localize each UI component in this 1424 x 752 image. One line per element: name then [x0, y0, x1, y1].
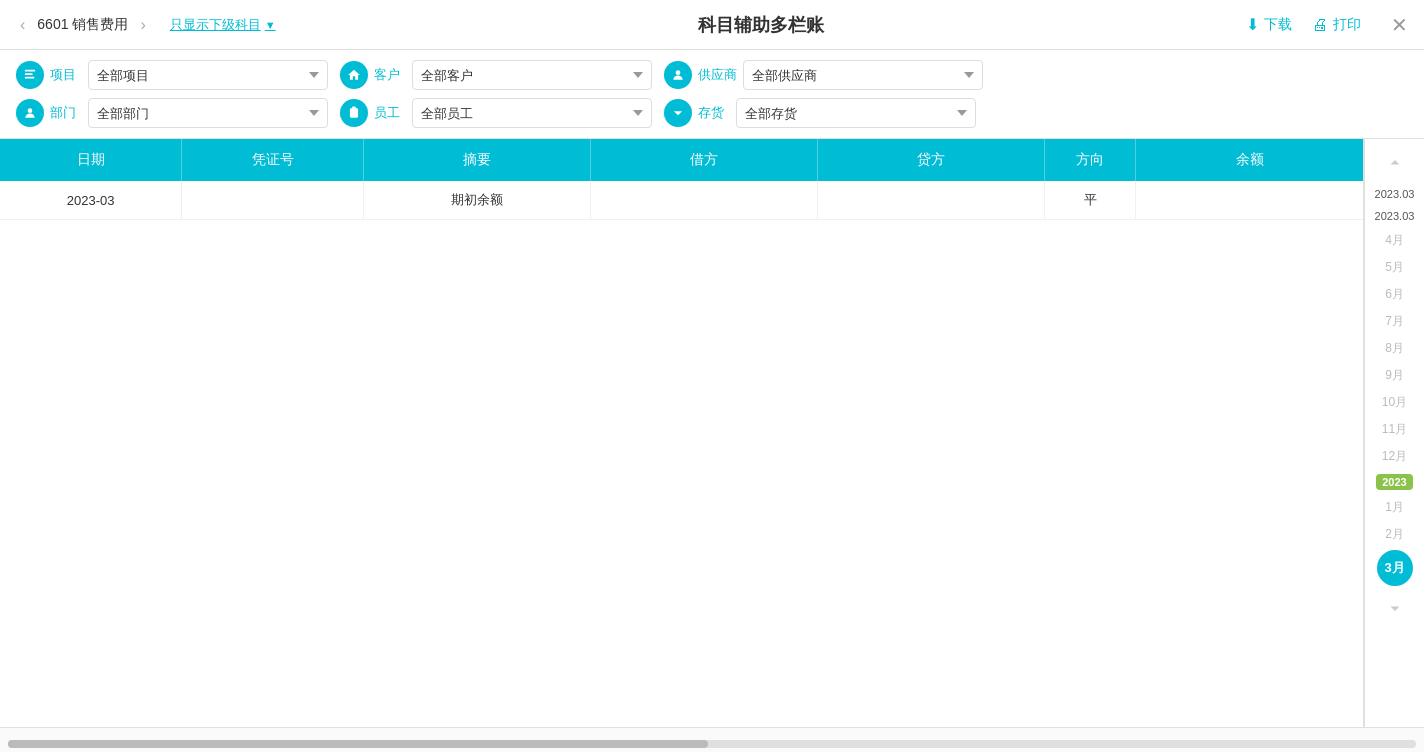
download-button[interactable]: ⬇ 下载	[1246, 15, 1292, 34]
employee-icon	[340, 99, 368, 127]
sidebar-month-9[interactable]: 9月	[1365, 362, 1424, 389]
show-sub-link[interactable]: 只显示下级科目 ▼	[170, 16, 276, 34]
svg-rect-2	[25, 77, 35, 79]
customer-label: 客户	[374, 66, 406, 84]
sidebar-months-section: 2023.03 2023.03 4月 5月 6月 7月 8月 9月 10月 11…	[1365, 183, 1424, 588]
toolbar-right: ⬇ 下载 🖨 打印 ✕	[1246, 13, 1408, 37]
right-sidebar: 2023.03 2023.03 4月 5月 6月 7月 8月 9月 10月 11…	[1364, 139, 1424, 727]
filter-row-1: 项目 全部项目 客户 全部客户 供应商 全部供应商	[16, 60, 1408, 90]
sidebar-month-11[interactable]: 11月	[1365, 416, 1424, 443]
bottom-scrollbar-bar	[0, 727, 1424, 752]
col-header-summary: 摘要	[363, 139, 590, 181]
horizontal-scrollbar[interactable]	[8, 740, 1416, 748]
project-label: 项目	[50, 66, 82, 84]
employee-filter: 员工 全部员工	[340, 98, 652, 128]
chevron-down-icon: ▼	[265, 19, 276, 31]
sidebar-scroll-up-button[interactable]	[1379, 147, 1411, 179]
inventory-label: 存货	[698, 104, 730, 122]
sidebar-month-1[interactable]: 1月	[1365, 494, 1424, 521]
table-area: 日期 凭证号 摘要 借方 贷方 方向 余额 2023-03 期初余额 平	[0, 139, 1364, 727]
col-header-date: 日期	[0, 139, 182, 181]
supplier-select[interactable]: 全部供应商	[743, 60, 983, 90]
filter-row-2: 部门 全部部门 员工 全部员工 存货 全部存货	[16, 98, 1408, 128]
sidebar-month-7[interactable]: 7月	[1365, 308, 1424, 335]
show-sub-label: 只显示下级科目	[170, 16, 261, 34]
dept-filter: 部门 全部部门	[16, 98, 328, 128]
dept-select[interactable]: 全部部门	[88, 98, 328, 128]
dept-label: 部门	[50, 104, 82, 122]
svg-rect-0	[25, 70, 36, 72]
employee-label: 员工	[374, 104, 406, 122]
customer-icon	[340, 61, 368, 89]
sidebar-month-8[interactable]: 8月	[1365, 335, 1424, 362]
download-label: 下载	[1264, 16, 1292, 34]
horizontal-scrollbar-thumb[interactable]	[8, 740, 708, 748]
supplier-filter: 供应商 全部供应商	[664, 60, 983, 90]
cell-date: 2023-03	[0, 181, 182, 220]
print-label: 打印	[1333, 16, 1361, 34]
svg-rect-1	[25, 73, 33, 75]
col-header-debit: 借方	[591, 139, 818, 181]
svg-rect-5	[350, 108, 358, 117]
sidebar-month-2[interactable]: 2月	[1365, 521, 1424, 548]
cell-summary: 期初余额	[363, 181, 590, 220]
cell-credit	[818, 181, 1045, 220]
sidebar-month-3-active[interactable]: 3月	[1377, 550, 1413, 586]
cell-voucher	[182, 181, 364, 220]
sidebar-month-4[interactable]: 4月	[1365, 227, 1424, 254]
customer-select[interactable]: 全部客户	[412, 60, 652, 90]
supplier-label: 供应商	[698, 66, 737, 84]
sidebar-month-5[interactable]: 5月	[1365, 254, 1424, 281]
cell-balance	[1136, 181, 1363, 220]
svg-point-3	[676, 70, 681, 75]
project-select[interactable]: 全部项目	[88, 60, 328, 90]
col-header-voucher: 凭证号	[182, 139, 364, 181]
account-code-label: 6601 销售费用	[37, 16, 128, 34]
table-row: 2023-03 期初余额 平	[0, 181, 1363, 220]
sidebar-month-2023-03-top[interactable]: 2023.03	[1365, 183, 1424, 205]
employee-select[interactable]: 全部员工	[412, 98, 652, 128]
inventory-icon	[664, 99, 692, 127]
sidebar-scroll-down-button[interactable]	[1379, 592, 1411, 624]
cell-debit	[591, 181, 818, 220]
col-header-credit: 贷方	[818, 139, 1045, 181]
dept-icon	[16, 99, 44, 127]
sidebar-month-12[interactable]: 12月	[1365, 443, 1424, 470]
filter-area: 项目 全部项目 客户 全部客户 供应商 全部供应商	[0, 50, 1424, 139]
sidebar-month-2023-03-sub[interactable]: 2023.03	[1365, 205, 1424, 227]
inventory-select[interactable]: 全部存货	[736, 98, 976, 128]
close-button[interactable]: ✕	[1391, 13, 1408, 37]
prev-account-button[interactable]: ‹	[16, 16, 29, 34]
sidebar-year-badge[interactable]: 2023	[1376, 474, 1412, 490]
project-icon	[16, 61, 44, 89]
page-title: 科目辅助多栏账	[276, 13, 1246, 37]
download-icon: ⬇	[1246, 15, 1259, 34]
main-content: 日期 凭证号 摘要 借方 贷方 方向 余额 2023-03 期初余额 平	[0, 139, 1424, 727]
next-account-button[interactable]: ›	[136, 16, 149, 34]
svg-rect-6	[352, 107, 356, 109]
inventory-filter: 存货 全部存货	[664, 98, 976, 128]
cell-direction: 平	[1045, 181, 1136, 220]
supplier-icon	[664, 61, 692, 89]
col-header-balance: 余额	[1136, 139, 1363, 181]
svg-point-4	[28, 108, 33, 113]
project-filter: 项目 全部项目	[16, 60, 328, 90]
sidebar-month-10[interactable]: 10月	[1365, 389, 1424, 416]
top-bar: ‹ 6601 销售费用 › 只显示下级科目 ▼ 科目辅助多栏账 ⬇ 下载 🖨 打…	[0, 0, 1424, 50]
print-button[interactable]: 🖨 打印	[1312, 16, 1361, 34]
ledger-table: 日期 凭证号 摘要 借方 贷方 方向 余额 2023-03 期初余额 平	[0, 139, 1363, 220]
col-header-direction: 方向	[1045, 139, 1136, 181]
print-icon: 🖨	[1312, 16, 1328, 34]
sidebar-month-6[interactable]: 6月	[1365, 281, 1424, 308]
customer-filter: 客户 全部客户	[340, 60, 652, 90]
